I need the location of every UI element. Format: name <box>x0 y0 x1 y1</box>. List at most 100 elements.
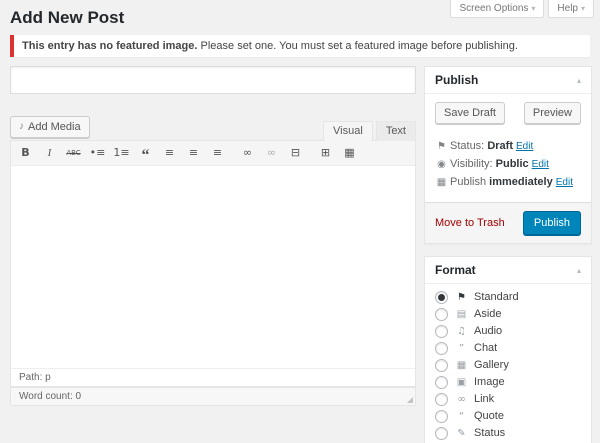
chevron-down-icon: ▾ <box>531 4 536 13</box>
editor-path: Path: p <box>11 368 415 386</box>
add-media-label: Add Media <box>28 121 81 133</box>
help-button[interactable]: Help ▾ <box>548 0 594 18</box>
numbered-list-button[interactable]: 1≡ <box>110 143 133 163</box>
editor-canvas[interactable] <box>11 166 415 368</box>
format-option-link[interactable]: ∞ Link <box>435 393 581 406</box>
radio-status[interactable] <box>435 427 448 440</box>
featured-image-notice: This entry has no featured image. Please… <box>10 35 590 57</box>
sidebar: Publish ▴ Save Draft Preview ⚑ Status: Dr… <box>424 66 592 443</box>
chat-icon: ” <box>458 343 465 354</box>
preview-button[interactable]: Preview <box>523 102 581 124</box>
publish-panel-header[interactable]: Publish ▴ <box>425 67 591 94</box>
unlink-button[interactable]: ∞ <box>260 143 283 163</box>
format-option-audio[interactable]: ♫ Audio <box>435 325 581 338</box>
content-editor: B I ABC •≡ 1≡ “ ≡ ≡ ≡ ∞ ∞ ⊟ ⊞ ▦ Path: p <box>10 140 416 387</box>
align-left-button[interactable]: ≡ <box>158 143 181 163</box>
tab-visual[interactable]: Visual <box>323 121 373 141</box>
format-option-standard[interactable]: ⚑ Standard <box>435 291 581 304</box>
format-option-status[interactable]: ✎ Status <box>435 427 581 440</box>
format-option-quote[interactable]: “ Quote <box>435 410 581 423</box>
status-icon: ⚑ <box>437 141 446 152</box>
collapse-icon[interactable]: ▴ <box>577 266 581 275</box>
status-value: Draft <box>487 140 513 152</box>
help-label: Help <box>557 3 578 14</box>
editor-mode-tabs: Visual Text <box>320 121 416 141</box>
add-new-post-screen: Screen Options ▾ Help ▾ Add New Post This … <box>0 0 600 443</box>
aside-icon: ▤ <box>456 309 467 320</box>
media-icon: ♪ <box>19 121 24 132</box>
format-label: Standard <box>474 291 519 303</box>
format-label: Gallery <box>474 359 509 371</box>
screen-options-button[interactable]: Screen Options ▾ <box>450 0 545 18</box>
distraction-free-icon: ⊞ <box>320 146 331 159</box>
audio-icon: ♫ <box>457 326 466 337</box>
misc-publishing-actions: ⚑ Status: Draft Edit ◉ Visibility: Public Ed… <box>425 132 591 202</box>
align-left-icon: ≡ <box>164 146 175 159</box>
align-center-icon: ≡ <box>188 146 199 159</box>
radio-standard[interactable] <box>435 291 448 304</box>
quote-icon: “ <box>458 411 465 422</box>
edit-visibility-link[interactable]: Edit <box>532 159 549 170</box>
blockquote-icon: “ <box>141 147 150 164</box>
publish-button[interactable]: Publish <box>522 211 581 235</box>
radio-gallery[interactable] <box>435 359 448 372</box>
format-options-list: ⚑ Standard ▤ Aside ♫ Audio ” Chat ▦ Gall… <box>425 284 591 443</box>
word-count-bar: Word count: 0 ◢ <box>10 387 416 406</box>
minor-publishing-actions: Save Draft Preview <box>425 94 591 132</box>
calendar-icon: ▦ <box>436 177 447 188</box>
format-option-gallery[interactable]: ▦ Gallery <box>435 359 581 372</box>
more-tag-icon: ⊟ <box>290 146 301 159</box>
screen-options-label: Screen Options <box>459 3 529 14</box>
format-option-chat[interactable]: ” Chat <box>435 342 581 355</box>
move-to-trash-link[interactable]: Move to Trash <box>435 217 505 229</box>
align-center-button[interactable]: ≡ <box>182 143 205 163</box>
status-row: ⚑ Status: Draft Edit <box>435 140 581 152</box>
pin-icon: ⚑ <box>457 292 466 303</box>
radio-image[interactable] <box>435 376 448 389</box>
schedule-value: immediately <box>489 176 553 188</box>
link-button[interactable]: ∞ <box>236 143 259 163</box>
editor-toolbar: B I ABC •≡ 1≡ “ ≡ ≡ ≡ ∞ ∞ ⊟ ⊞ ▦ <box>11 141 415 166</box>
image-icon: ▣ <box>456 377 467 388</box>
align-right-button[interactable]: ≡ <box>206 143 229 163</box>
radio-quote[interactable] <box>435 410 448 423</box>
link-icon: ∞ <box>457 394 466 405</box>
format-option-aside[interactable]: ▤ Aside <box>435 308 581 321</box>
notice-strong-text: This entry has no featured image. <box>22 40 198 52</box>
distraction-free-button[interactable]: ⊞ <box>314 143 337 163</box>
radio-aside[interactable] <box>435 308 448 321</box>
blockquote-button[interactable]: “ <box>134 143 157 164</box>
radio-chat[interactable] <box>435 342 448 355</box>
toolbar-toggle-button[interactable]: ▦ <box>338 143 361 163</box>
post-title-input[interactable] <box>10 66 416 94</box>
publish-panel-title: Publish <box>435 73 479 87</box>
tab-text[interactable]: Text <box>375 121 416 141</box>
italic-button[interactable]: I <box>38 143 61 163</box>
format-panel-title: Format <box>435 263 476 277</box>
bulleted-list-icon: •≡ <box>89 146 106 159</box>
word-count: Word count: 0 <box>19 391 82 402</box>
format-label: Audio <box>474 325 503 337</box>
add-media-button[interactable]: ♪ Add Media <box>10 116 90 138</box>
strikethrough-button[interactable]: ABC <box>62 143 85 163</box>
more-tag-button[interactable]: ⊟ <box>284 143 307 163</box>
format-label: Status <box>474 427 506 439</box>
unlink-icon: ∞ <box>266 146 277 159</box>
radio-audio[interactable] <box>435 325 448 338</box>
radio-link[interactable] <box>435 393 448 406</box>
format-panel-header[interactable]: Format ▴ <box>425 257 591 284</box>
bold-button[interactable]: B <box>14 143 37 163</box>
format-label: Aside <box>474 308 502 320</box>
gallery-icon: ▦ <box>456 360 467 371</box>
format-option-image[interactable]: ▣ Image <box>435 376 581 389</box>
edit-schedule-link[interactable]: Edit <box>556 177 573 188</box>
notice-text: Please set one. You must set a featured … <box>200 40 518 52</box>
collapse-icon[interactable]: ▴ <box>577 76 581 85</box>
format-panel: Format ▴ ⚑ Standard ▤ Aside ♫ Audio ” Ch… <box>424 256 592 443</box>
save-draft-button[interactable]: Save Draft <box>435 102 505 124</box>
publish-panel: Publish ▴ Save Draft Preview ⚑ Status: Dr… <box>424 66 592 244</box>
bold-icon: B <box>21 146 30 159</box>
resize-handle[interactable]: ◢ <box>407 395 413 404</box>
bulleted-list-button[interactable]: •≡ <box>86 143 109 163</box>
edit-status-link[interactable]: Edit <box>516 141 533 152</box>
